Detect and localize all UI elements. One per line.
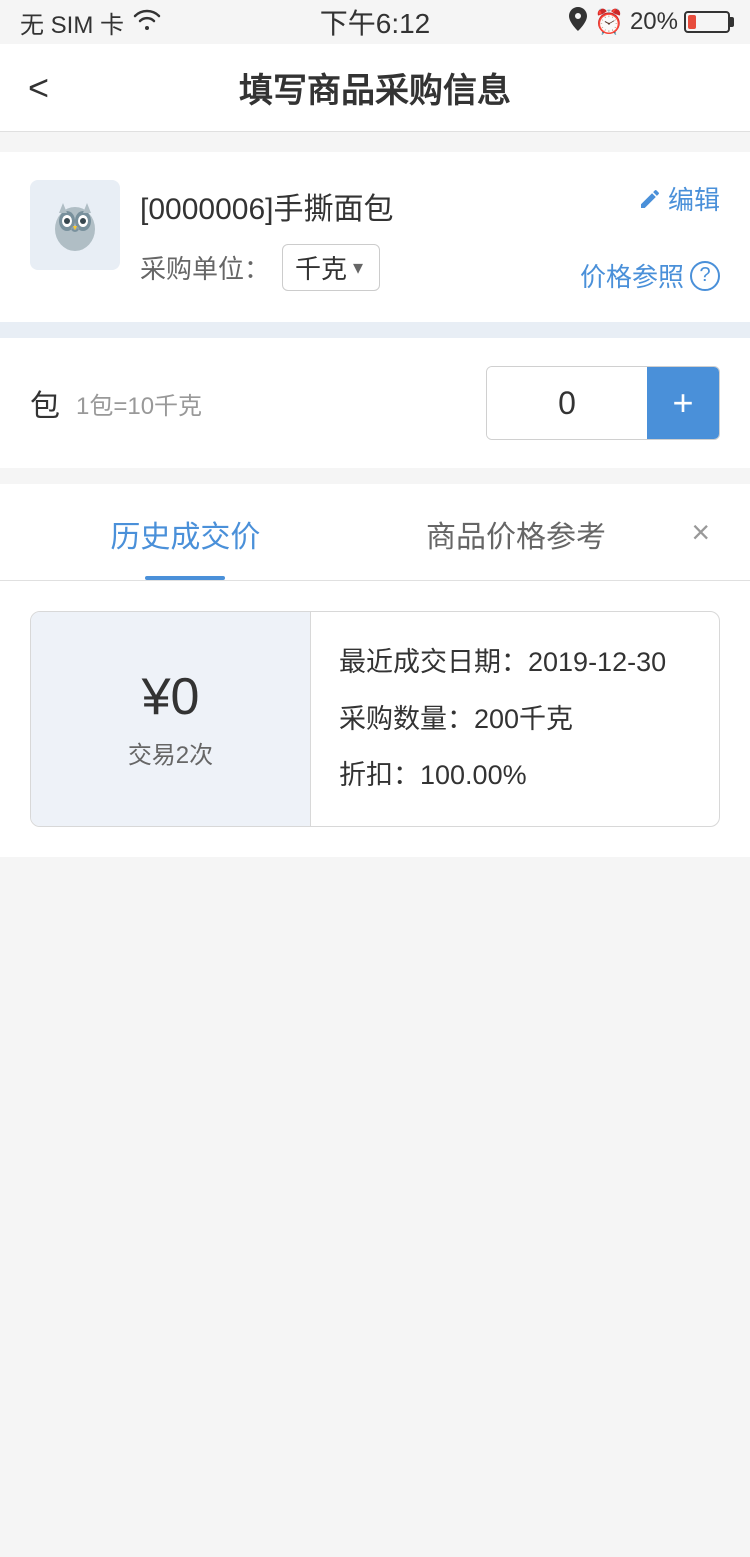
quantity-input-group: + bbox=[486, 366, 720, 440]
back-button[interactable]: < bbox=[28, 67, 49, 109]
price-card-right: 最近成交日期：2019-12-30 采购数量：200千克 折扣：100.00% bbox=[311, 612, 719, 826]
edit-button[interactable]: 编辑 bbox=[638, 180, 720, 217]
page-title: 填写商品采购信息 bbox=[239, 63, 511, 112]
product-unit-row: 采购单位： 千克 ▾ bbox=[140, 244, 393, 291]
price-transactions: 交易2次 bbox=[128, 735, 213, 770]
wifi-icon bbox=[132, 8, 162, 37]
price-card-area: ¥0 交易2次 最近成交日期：2019-12-30 采购数量：200千克 折扣：… bbox=[0, 581, 750, 857]
quantity-sub-label: 1包=10千克 bbox=[76, 386, 202, 421]
alarm-icon: ⏰ bbox=[594, 8, 624, 37]
price-discount-row: 折扣：100.00% bbox=[339, 755, 691, 796]
unit-label: 采购单位： bbox=[140, 249, 270, 286]
quantity-input[interactable] bbox=[487, 367, 647, 439]
price-qty-row: 采购数量：200千克 bbox=[339, 699, 691, 740]
product-icon bbox=[30, 180, 120, 270]
price-amount: ¥0 bbox=[142, 667, 200, 727]
tab-historical-price[interactable]: 历史成交价 bbox=[20, 484, 351, 580]
price-date-row: 最近成交日期：2019-12-30 bbox=[339, 642, 691, 683]
question-icon: ? bbox=[690, 261, 720, 291]
tab-bar: 历史成交价 商品价格参考 × bbox=[0, 484, 750, 581]
unit-select-button[interactable]: 千克 ▾ bbox=[282, 244, 380, 291]
status-right: ⏰ 20% bbox=[568, 7, 730, 38]
product-left: [0000006]手撕面包 采购单位： 千克 ▾ bbox=[30, 180, 393, 291]
status-time: 下午6:12 bbox=[320, 2, 431, 42]
price-reference-button[interactable]: 价格参照 ? bbox=[580, 257, 720, 294]
tab-close-button[interactable]: × bbox=[681, 496, 730, 568]
nav-bar: < 填写商品采购信息 bbox=[0, 44, 750, 132]
section-divider bbox=[0, 322, 750, 338]
product-info: [0000006]手撕面包 采购单位： 千克 ▾ bbox=[140, 180, 393, 291]
content-area bbox=[0, 857, 750, 1557]
tab-product-price-reference[interactable]: 商品价格参考 bbox=[351, 484, 682, 580]
battery-percent: 20% bbox=[630, 8, 678, 36]
status-left: 无 SIM 卡 bbox=[20, 5, 162, 40]
status-bar: 无 SIM 卡 下午6:12 ⏰ 20% bbox=[0, 0, 750, 44]
price-card: ¥0 交易2次 最近成交日期：2019-12-30 采购数量：200千克 折扣：… bbox=[30, 611, 720, 827]
product-header: [0000006]手撕面包 采购单位： 千克 ▾ 编辑 价格参照 ? bbox=[30, 180, 720, 294]
product-name: [0000006]手撕面包 bbox=[140, 184, 393, 228]
battery-icon bbox=[684, 11, 730, 33]
quantity-unit: 包 bbox=[30, 381, 60, 425]
location-icon bbox=[568, 7, 588, 38]
unit-value: 千克 bbox=[295, 249, 347, 286]
price-card-left: ¥0 交易2次 bbox=[31, 612, 311, 826]
product-card: [0000006]手撕面包 采购单位： 千克 ▾ 编辑 价格参照 ? bbox=[0, 152, 750, 322]
tab-section: 历史成交价 商品价格参考 × ¥0 交易2次 最近成交日期：2019-12-30… bbox=[0, 484, 750, 857]
quantity-left: 包 1包=10千克 bbox=[30, 381, 202, 425]
carrier-text: 无 SIM 卡 bbox=[20, 5, 124, 40]
dropdown-arrow-icon: ▾ bbox=[353, 255, 363, 280]
quantity-increment-button[interactable]: + bbox=[647, 367, 719, 439]
quantity-row: 包 1包=10千克 + bbox=[0, 338, 750, 468]
